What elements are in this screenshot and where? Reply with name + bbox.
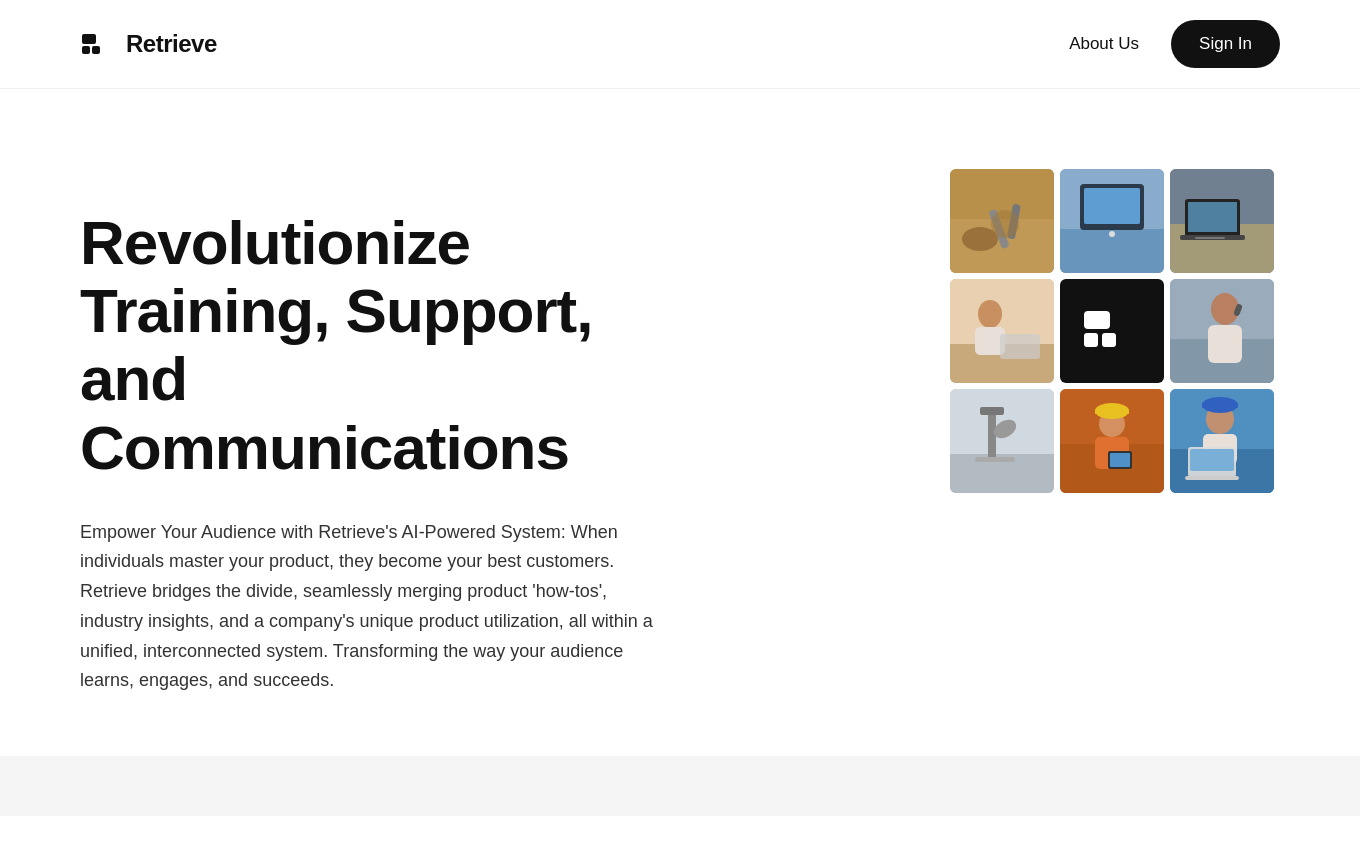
- svg-point-5: [962, 227, 998, 251]
- about-us-link[interactable]: About Us: [1069, 34, 1139, 54]
- retrieve-logo-mark-icon: [80, 26, 116, 62]
- grid-cell-tools: [950, 169, 1054, 273]
- svg-rect-25: [1000, 334, 1040, 359]
- hero-left: Revolutionize Training, Support, and Com…: [80, 169, 680, 696]
- grid-cell-engineer: [1170, 389, 1274, 493]
- man-phone-icon: [1170, 279, 1274, 383]
- grid-cell-construction: [1060, 389, 1164, 493]
- svg-rect-1: [82, 46, 90, 54]
- tablet-photo-icon: [1060, 169, 1164, 273]
- svg-rect-52: [1202, 403, 1238, 408]
- nav-right: About Us Sign In: [1069, 20, 1280, 68]
- image-grid: [950, 169, 1280, 493]
- svg-rect-2: [92, 46, 100, 54]
- svg-rect-44: [1095, 409, 1129, 414]
- construction-worker-icon: [1060, 389, 1164, 493]
- lab-photo-icon: [950, 389, 1054, 493]
- svg-point-8: [991, 210, 1019, 238]
- svg-rect-20: [1195, 237, 1225, 239]
- svg-point-14: [1109, 231, 1115, 237]
- svg-rect-28: [1102, 333, 1116, 347]
- svg-rect-37: [980, 407, 1004, 415]
- hero-section: Revolutionize Training, Support, and Com…: [0, 89, 1360, 756]
- grid-cell-lab: [950, 389, 1054, 493]
- svg-rect-47: [1110, 453, 1130, 467]
- svg-rect-26: [1084, 311, 1110, 329]
- grid-cell-man-phone: [1170, 279, 1274, 383]
- woman-desk-icon: [950, 279, 1054, 383]
- hero-title: Revolutionize Training, Support, and Com…: [80, 209, 680, 482]
- tools-photo-icon: [950, 169, 1054, 273]
- navbar: Retrieve About Us Sign In: [0, 0, 1360, 89]
- svg-rect-13: [1084, 188, 1140, 224]
- svg-rect-39: [975, 457, 1015, 462]
- grid-cell-tablet: [1060, 169, 1164, 273]
- svg-rect-27: [1084, 333, 1098, 347]
- svg-rect-32: [1208, 325, 1242, 363]
- svg-point-23: [978, 300, 1002, 328]
- grid-cell-laptop-outdoor: [1170, 169, 1274, 273]
- grid-cell-logo: [1060, 279, 1164, 383]
- logo-text: Retrieve: [126, 30, 217, 58]
- grid-cell-woman-desk: [950, 279, 1054, 383]
- hero-right: [950, 169, 1280, 493]
- engineer-laptop-icon: [1170, 389, 1274, 493]
- sign-in-button[interactable]: Sign In: [1171, 20, 1280, 68]
- svg-rect-56: [1185, 476, 1239, 480]
- laptop-outdoor-icon: [1170, 169, 1274, 273]
- logo-link[interactable]: Retrieve: [80, 26, 217, 62]
- bottom-section: [0, 756, 1360, 816]
- hero-body: Empower Your Audience with Retrieve's AI…: [80, 518, 660, 696]
- svg-rect-55: [1190, 449, 1234, 471]
- svg-rect-0: [82, 34, 96, 44]
- svg-rect-18: [1188, 202, 1237, 232]
- retrieve-center-logo-icon: [1080, 299, 1144, 363]
- svg-point-31: [1211, 293, 1239, 325]
